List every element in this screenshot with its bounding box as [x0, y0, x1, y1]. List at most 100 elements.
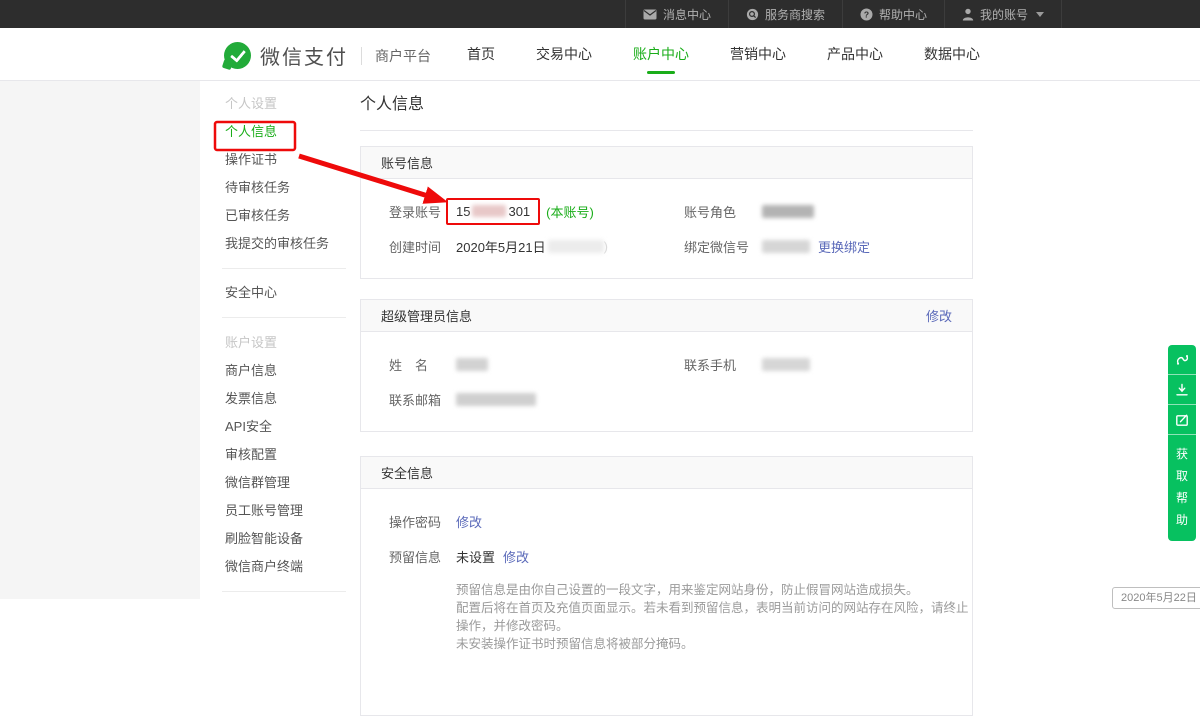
search-icon — [746, 8, 759, 21]
sidebar-item-reviewed-tasks[interactable]: 已审核任务 — [200, 202, 346, 230]
sidebar-item-invoice-info[interactable]: 发票信息 — [200, 385, 346, 413]
nav-item-transaction-center[interactable]: 交易中心 — [536, 28, 592, 81]
sidebar-item-operation-certificate[interactable]: 操作证书 — [200, 146, 346, 174]
sidebar-divider — [222, 317, 346, 318]
admin-info-title: 超级管理员信息 — [381, 306, 472, 325]
nav-item-account-center[interactable]: 账户中心 — [633, 28, 689, 81]
admin-edit-link[interactable]: 修改 — [926, 306, 952, 325]
contact-email-label: 联系邮箱 — [389, 390, 456, 409]
caret-down-icon — [1036, 12, 1044, 17]
account-info-section: 账号信息 登录账号 15 301 (本账号) 账号角色 — [360, 146, 973, 279]
redacted-admin-name — [456, 358, 488, 371]
created-time-value: 2020年5月21日 — [456, 237, 546, 256]
operation-password-edit-link[interactable]: 修改 — [456, 512, 482, 531]
admin-info-header: 超级管理员信息 修改 — [361, 300, 972, 332]
topbar-item-label: 服务商搜索 — [765, 6, 825, 23]
title-divider — [360, 130, 973, 131]
brand[interactable]: 微信支付 商户平台 — [224, 41, 431, 70]
operation-password-label: 操作密码 — [389, 512, 456, 531]
brand-separator — [361, 47, 362, 65]
topbar-item-messages[interactable]: 消息中心 — [625, 0, 728, 28]
account-info-body: 登录账号 15 301 (本账号) 账号角色 创建时间 2020年5月21日 — [361, 179, 972, 278]
login-account-prefix: 15 — [456, 204, 470, 219]
security-info-header: 安全信息 — [361, 457, 972, 489]
sidebar-item-security-center[interactable]: 安全中心 — [200, 279, 346, 307]
date-chip[interactable]: 2020年5月22日 — [1112, 587, 1200, 609]
topbar-item-help-center[interactable]: ? 帮助中心 — [842, 0, 944, 28]
sidebar-section-personal-settings: 个人设置 — [200, 89, 346, 118]
sidebar-item-staff-account-mgmt[interactable]: 员工账号管理 — [200, 497, 346, 525]
note-line: 预留信息是由你自己设置的一段文字，用来鉴定网站身份，防止假冒网站造成损失。 — [456, 581, 972, 599]
reserved-info-label: 预留信息 — [389, 547, 456, 566]
admin-info-section: 超级管理员信息 修改 姓 名 联系手机 联系邮箱 — [360, 299, 973, 432]
svg-text:?: ? — [864, 9, 869, 19]
topbar-item-my-account[interactable]: 我的账号 — [944, 0, 1061, 28]
note-line: 配置后将在首页及充值页面显示。若未看到预留信息，表明当前访问的网站存在风险，请终… — [456, 599, 972, 635]
user-icon — [962, 8, 974, 21]
bound-wechat-label: 绑定微信号 — [684, 237, 762, 256]
wechat-pay-logo-icon — [224, 42, 251, 69]
topbar-item-provider-search[interactable]: 服务商搜索 — [728, 0, 842, 28]
sidebar-section-account-settings: 账户设置 — [200, 328, 346, 357]
sidebar-item-review-config[interactable]: 审核配置 — [200, 441, 346, 469]
main-content: 个人信息 账号信息 登录账号 15 301 (本账号) 账号角色 — [360, 95, 973, 716]
hotline-icon[interactable] — [1168, 345, 1196, 375]
created-time-paren: ) — [604, 239, 608, 254]
help-float-bar: 获取帮助 — [1168, 345, 1196, 541]
redacted-created-detail — [548, 240, 604, 253]
redacted-wechat-id — [762, 240, 810, 253]
compose-icon[interactable] — [1168, 405, 1196, 435]
sidebar-item-personal-info[interactable]: 个人信息 — [200, 118, 346, 146]
contact-phone-label: 联系手机 — [684, 355, 762, 374]
sidebar-item-face-smart-device[interactable]: 刷脸智能设备 — [200, 525, 346, 553]
reserved-info-notes: 预留信息是由你自己设置的一段文字，用来鉴定网站身份，防止假冒网站造成损失。 配置… — [456, 581, 972, 653]
download-icon[interactable] — [1168, 375, 1196, 405]
question-icon: ? — [860, 8, 873, 21]
redacted-contact-email — [456, 393, 536, 406]
sidebar-item-api-security[interactable]: API安全 — [200, 413, 346, 441]
login-account-suffix: 301 — [508, 204, 530, 219]
topbar-item-label: 我的账号 — [980, 6, 1028, 23]
created-time-label: 创建时间 — [389, 237, 456, 256]
topbar-divider — [1061, 0, 1062, 28]
topbar-item-label: 帮助中心 — [879, 6, 927, 23]
security-info-body: 操作密码 修改 预留信息 未设置 修改 预留信息是由你自己设置的一段文字，用来鉴… — [361, 489, 972, 675]
admin-info-body: 姓 名 联系手机 联系邮箱 — [361, 332, 972, 431]
sidebar-divider — [222, 268, 346, 269]
admin-name-label: 姓 名 — [389, 355, 456, 374]
security-info-title: 安全信息 — [381, 463, 433, 482]
nav-item-home[interactable]: 首页 — [467, 28, 495, 81]
topbar-item-label: 消息中心 — [663, 6, 711, 23]
own-account-tag: (本账号) — [546, 202, 594, 221]
portal-name: 商户平台 — [375, 46, 431, 66]
left-gutter — [0, 81, 200, 599]
mail-icon — [643, 9, 657, 20]
reserved-info-status: 未设置 — [456, 547, 495, 566]
sidebar-item-wechat-merchant-terminal[interactable]: 微信商户终端 — [200, 553, 346, 581]
nav-item-product-center[interactable]: 产品中心 — [827, 28, 883, 81]
account-info-title: 账号信息 — [381, 153, 433, 172]
header: 微信支付 商户平台 首页 交易中心 账户中心 营销中心 产品中心 数据中心 — [0, 28, 1200, 81]
redacted-contact-phone — [762, 358, 810, 371]
primary-nav: 首页 交易中心 账户中心 营销中心 产品中心 数据中心 — [426, 28, 980, 81]
brand-name: 微信支付 — [260, 41, 348, 70]
account-info-header: 账号信息 — [361, 147, 972, 179]
sidebar-item-merchant-info[interactable]: 商户信息 — [200, 357, 346, 385]
nav-item-marketing-center[interactable]: 营销中心 — [730, 28, 786, 81]
nav-item-data-center[interactable]: 数据中心 — [924, 28, 980, 81]
security-info-section: 安全信息 操作密码 修改 预留信息 未设置 修改 预留信息是由你自己设置的一段文… — [360, 456, 973, 716]
redacted-account-role — [762, 205, 814, 218]
page-title: 个人信息 — [360, 95, 973, 115]
sidebar-item-wechat-group-mgmt[interactable]: 微信群管理 — [200, 469, 346, 497]
account-role-label: 账号角色 — [684, 202, 762, 221]
login-account-annotation-box: 15 301 — [446, 198, 540, 225]
reserved-info-edit-link[interactable]: 修改 — [503, 547, 529, 566]
sidebar: 个人设置 个人信息 操作证书 待审核任务 已审核任务 我提交的审核任务 安全中心… — [200, 81, 346, 599]
note-line: 未安装操作证书时预留信息将被部分掩码。 — [456, 635, 972, 653]
rebind-link[interactable]: 更换绑定 — [818, 237, 870, 256]
sidebar-item-pending-review-tasks[interactable]: 待审核任务 — [200, 174, 346, 202]
sidebar-item-my-submitted-tasks[interactable]: 我提交的审核任务 — [200, 230, 346, 258]
redacted-login-digits — [472, 205, 506, 217]
topbar: 消息中心 服务商搜索 ? 帮助中心 我的账号 — [0, 0, 1200, 28]
get-help-button[interactable]: 获取帮助 — [1168, 435, 1196, 541]
